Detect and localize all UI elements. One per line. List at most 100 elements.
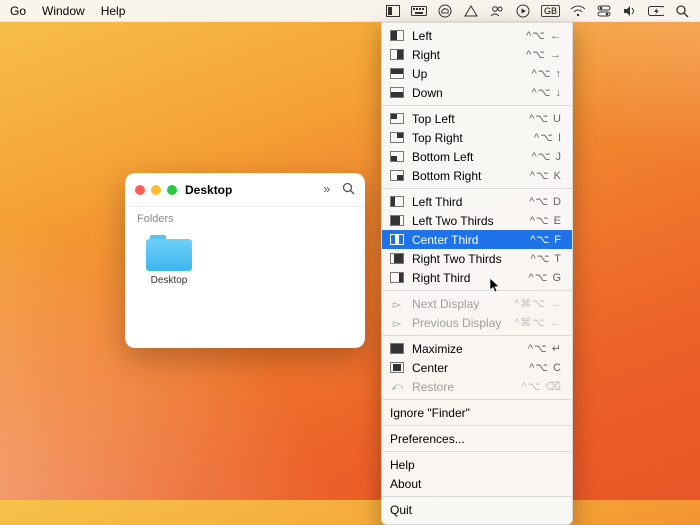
menu-item-right-third[interactable]: Right Third^⌥ G [382,268,572,287]
menu-item-bottom-right[interactable]: Bottom Right^⌥ K [382,166,572,185]
close-button[interactable] [135,185,145,195]
menu-item-top-left[interactable]: Top Left^⌥ U [382,109,572,128]
spotlight-icon[interactable] [674,3,690,19]
layout-icon [390,132,404,143]
layout-icon [390,113,404,124]
menu-item-help[interactable]: Help [382,455,572,474]
folder-icon [146,235,192,271]
menu-item-shortcut: ^⌥ U [529,112,562,125]
menu-item-label: Left Third [412,195,529,209]
menu-item-shortcut: ^⌥ K [530,169,562,182]
menu-separator [382,425,572,426]
layout-icon [390,151,404,162]
rectangle-app-icon[interactable] [385,3,401,19]
menu-item-shortcut: ^⌥ ↓ [532,86,562,99]
menu-item-label: Center [412,361,529,375]
finder-title: Desktop [185,183,232,197]
folder-item-desktop[interactable]: Desktop [137,235,201,286]
menu-item-label: Up [412,67,532,81]
menu-item-label: Previous Display [412,316,514,330]
menu-item-label: Left Two Thirds [412,214,530,228]
menu-item-shortcut: ^⌥ ↑ [532,67,562,80]
menu-item-shortcut: ^⌥ ← [526,29,562,42]
wifi-icon[interactable] [570,3,586,19]
menu-item-left-two-thirds[interactable]: Left Two Thirds^⌥ E [382,211,572,230]
menu-item-label: Left [412,29,526,43]
menu-item-left-third[interactable]: Left Third^⌥ D [382,192,572,211]
input-source-icon[interactable]: GB [541,5,560,17]
menu-item-shortcut: ^⌘⌥ ← [514,316,562,329]
users-icon[interactable] [489,3,505,19]
menu-item-bottom-left[interactable]: Bottom Left^⌥ J [382,147,572,166]
menu-item-shortcut: ^⌥ T [531,252,562,265]
menu-item-label: Top Left [412,112,529,126]
menu-item-label: Maximize [412,342,528,356]
menu-item-shortcut: ^⌥ ⌫ [522,380,562,393]
layout-icon [390,234,404,245]
finder-titlebar[interactable]: Desktop » [125,173,365,207]
menu-item-shortcut: ^⌥ E [530,214,562,227]
menu-go[interactable]: Go [10,4,26,18]
layout-icon [390,272,404,283]
layout-icon: ▻ [390,298,404,309]
folder-label: Desktop [137,275,201,286]
layout-icon [390,49,404,60]
minimize-button[interactable] [151,185,161,195]
menu-item-up[interactable]: Up^⌥ ↑ [382,64,572,83]
menu-item-preferences[interactable]: Preferences... [382,429,572,448]
menu-item-shortcut: ^⌥ ↵ [528,342,562,355]
menu-item-center-third[interactable]: Center Third^⌥ F [382,230,572,249]
maximize-button[interactable] [167,185,177,195]
play-circle-icon[interactable] [515,3,531,19]
menu-window[interactable]: Window [42,4,85,18]
menu-help[interactable]: Help [101,4,126,18]
battery-icon[interactable] [648,3,664,19]
menu-item-top-right[interactable]: Top Right^⌥ I [382,128,572,147]
layout-icon [390,343,404,354]
layout-icon [390,215,404,226]
drive-icon[interactable] [463,3,479,19]
menu-item-label: Bottom Left [412,150,532,164]
menu-item-label: Down [412,86,532,100]
menu-item-ignore-finder[interactable]: Ignore "Finder" [382,403,572,422]
menu-separator [382,105,572,106]
layout-icon [390,196,404,207]
finder-window[interactable]: Desktop » Folders Desktop [125,173,365,348]
menu-item-label: Help [390,458,562,472]
search-icon[interactable] [342,182,355,198]
menu-item-quit[interactable]: Quit [382,500,572,519]
menu-item-label: Right Third [412,271,529,285]
menu-item-right-two-thirds[interactable]: Right Two Thirds^⌥ T [382,249,572,268]
menu-item-center[interactable]: Center^⌥ C [382,358,572,377]
menu-separator [382,496,572,497]
menu-separator [382,188,572,189]
volume-icon[interactable] [622,3,638,19]
layout-icon: ⤺ [390,381,404,392]
menu-item-label: Right Two Thirds [412,252,531,266]
menu-item-previous-display: ▻Previous Display^⌘⌥ ← [382,313,572,332]
keyboard-icon[interactable] [411,3,427,19]
layout-icon [390,68,404,79]
menu-item-next-display: ▻Next Display^⌘⌥ → [382,294,572,313]
menu-item-shortcut: ^⌥ I [534,131,562,144]
menu-item-about[interactable]: About [382,474,572,493]
menu-item-left[interactable]: Left^⌥ ← [382,26,572,45]
menu-item-right[interactable]: Right^⌥ → [382,45,572,64]
menu-separator [382,399,572,400]
menu-item-label: About [390,477,562,491]
menu-item-label: Center Third [412,233,530,247]
chevrons-icon[interactable]: » [323,182,330,198]
layout-icon [390,170,404,181]
menu-item-shortcut: ^⌥ F [530,233,562,246]
menu-item-down[interactable]: Down^⌥ ↓ [382,83,572,102]
menu-separator [382,335,572,336]
section-header: Folders [125,207,365,227]
menu-item-maximize[interactable]: Maximize^⌥ ↵ [382,339,572,358]
control-center-icon[interactable] [596,3,612,19]
menu-item-label: Preferences... [390,432,562,446]
menu-item-restore: ⤺Restore^⌥ ⌫ [382,377,572,396]
menu-item-label: Ignore "Finder" [390,406,562,420]
menubar: Go Window Help GB [0,0,700,22]
creative-cloud-icon[interactable] [437,3,453,19]
menu-item-shortcut: ^⌥ G [529,271,562,284]
